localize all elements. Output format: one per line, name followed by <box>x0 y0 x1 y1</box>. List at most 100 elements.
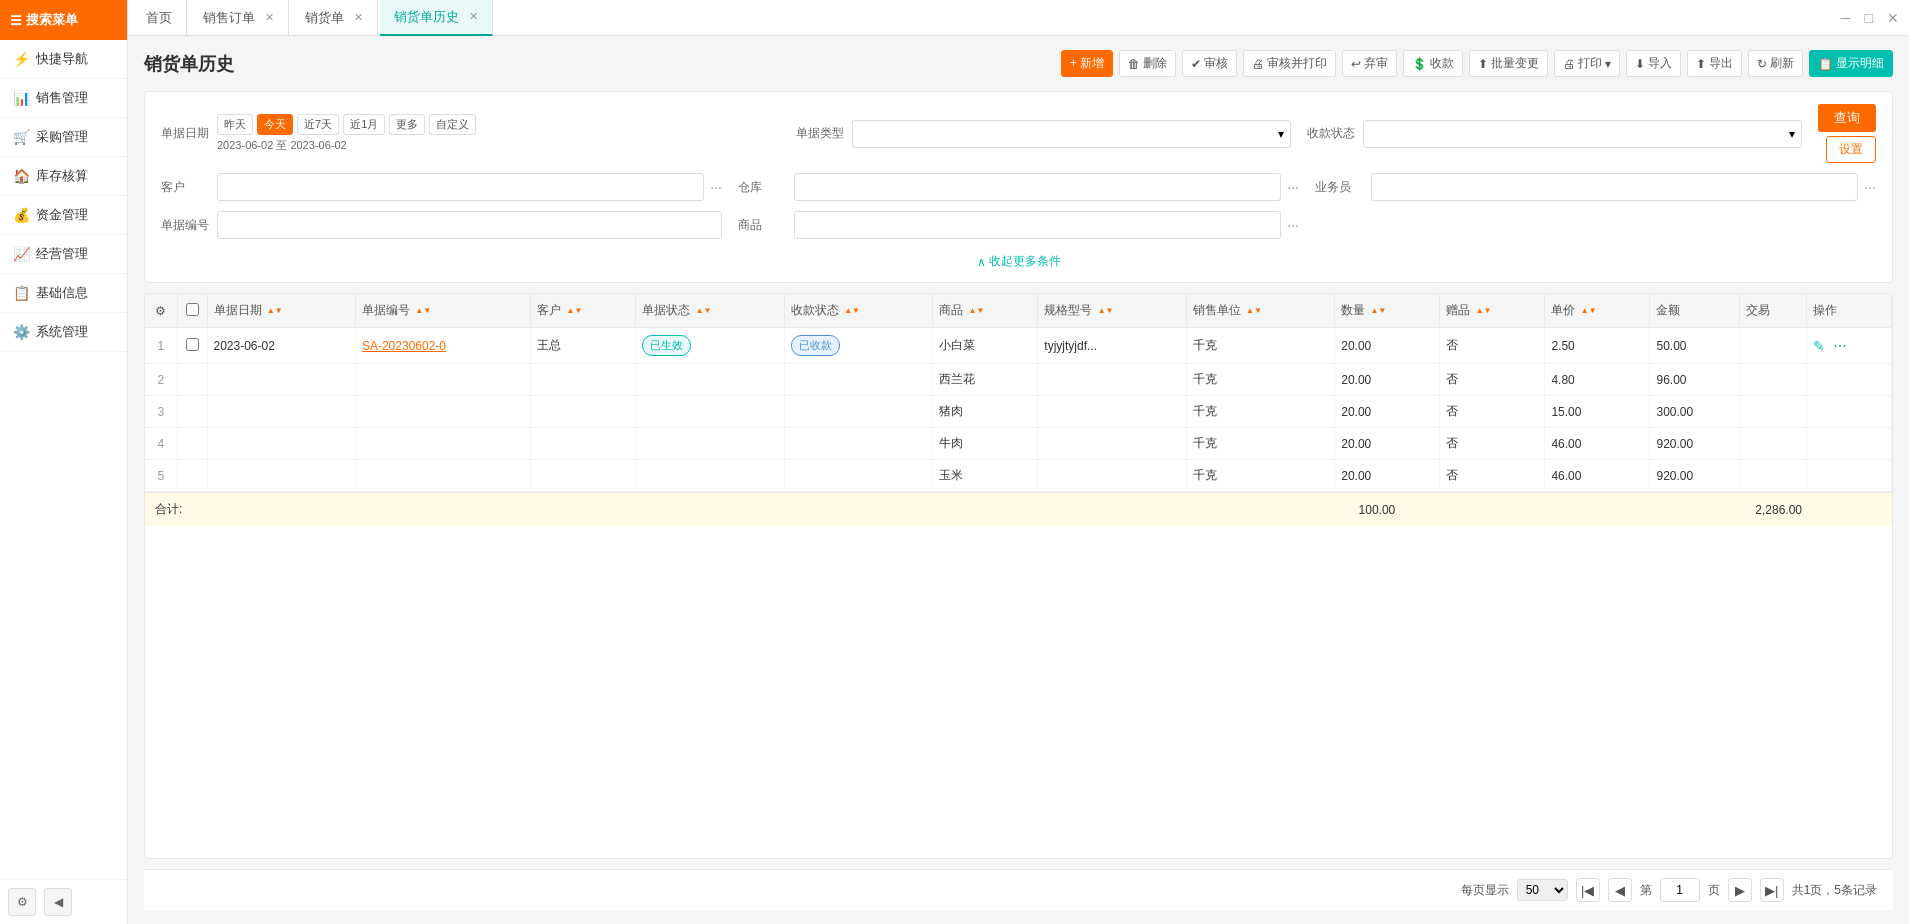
tab-sales-history-close[interactable]: ✕ <box>469 10 478 23</box>
collect-button[interactable]: 💲 收款 <box>1403 50 1463 77</box>
col-spec[interactable]: 规格型号 ▲▼ <box>1038 294 1186 328</box>
page-size-select[interactable]: 10 20 50 100 <box>1517 879 1568 901</box>
date-btn-yesterday[interactable]: 昨天 <box>217 114 253 135</box>
sidebar-collapse-btn[interactable]: ◀ <box>44 888 72 916</box>
collapse-up-icon: ∧ <box>977 255 986 269</box>
payment-status-badge: 已收款 <box>791 335 840 356</box>
cell-goods: 牛肉 <box>933 428 1038 460</box>
col-goods[interactable]: 商品 ▲▼ <box>933 294 1038 328</box>
doc-type-select[interactable]: ▾ <box>852 120 1291 148</box>
audit-print-button[interactable]: 🖨 审核并打印 <box>1243 50 1336 77</box>
col-payment-status[interactable]: 收款状态 ▲▼ <box>784 294 932 328</box>
col-checkbox <box>177 294 207 328</box>
col-customer[interactable]: 客户 ▲▼ <box>531 294 636 328</box>
table-settings-icon[interactable]: ⚙ <box>155 304 166 318</box>
sidebar-item-purchase-mgmt[interactable]: 🛒 采购管理 <box>0 118 127 157</box>
payment-status-field: 收款状态 ▾ <box>1307 120 1802 148</box>
customer-ellipsis[interactable]: ··· <box>710 179 722 195</box>
tab-sales-goods-close[interactable]: ✕ <box>354 11 363 24</box>
select-all-checkbox[interactable] <box>186 303 199 316</box>
table-summary: 合计: 100.00 2,286.00 <box>145 492 1892 526</box>
payment-status-select[interactable]: ▾ <box>1363 120 1802 148</box>
maximize-btn[interactable]: □ <box>1859 10 1879 26</box>
cell-unit-price: 46.00 <box>1545 428 1650 460</box>
date-btn-more[interactable]: 更多 <box>389 114 425 135</box>
cell-checkbox <box>177 364 207 396</box>
col-doc-date[interactable]: 单据日期 ▲▼ <box>207 294 355 328</box>
col-doc-status[interactable]: 单据状态 ▲▼ <box>636 294 784 328</box>
salesman-ellipsis[interactable]: ··· <box>1864 179 1876 195</box>
customer-label: 客户 <box>161 179 211 196</box>
refresh-button[interactable]: ↻ 刷新 <box>1748 50 1803 77</box>
edit-icon[interactable]: ✎ <box>1813 338 1825 354</box>
delete-button[interactable]: 🗑 删除 <box>1119 50 1176 77</box>
export-button[interactable]: ⬆ 导出 <box>1687 50 1742 77</box>
next-page-btn[interactable]: ▶ <box>1728 878 1752 902</box>
col-doc-no[interactable]: 单据编号 ▲▼ <box>355 294 530 328</box>
query-button[interactable]: 查询 <box>1818 104 1876 132</box>
tab-sales-order[interactable]: 销售订单 ✕ <box>189 0 289 36</box>
minimize-btn[interactable]: ─ <box>1835 10 1857 26</box>
prev-page-btn[interactable]: ◀ <box>1608 878 1632 902</box>
row-checkbox[interactable] <box>186 338 199 351</box>
more-action-icon[interactable]: ⋯ <box>1833 338 1847 354</box>
tab-bar: 首页 销售订单 ✕ 销货单 ✕ 销货单历史 ✕ ─ □ ✕ <box>128 0 1909 36</box>
sidebar-item-label: 采购管理 <box>36 128 88 146</box>
customer-input[interactable] <box>217 173 704 201</box>
doc-no-input[interactable] <box>217 211 722 239</box>
cell-checkbox <box>177 460 207 492</box>
doc-no-link[interactable]: SA-20230602-0 <box>362 339 446 353</box>
warehouse-input[interactable] <box>794 173 1281 201</box>
tab-home[interactable]: 首页 <box>132 0 187 36</box>
col-settings[interactable]: ⚙ <box>145 294 177 328</box>
cell-trade <box>1740 428 1807 460</box>
setting-button[interactable]: 设置 <box>1826 136 1876 163</box>
sidebar-item-basic-info[interactable]: 📋 基础信息 <box>0 274 127 313</box>
print-button[interactable]: 🖨 打印 ▾ <box>1554 50 1620 77</box>
tab-sales-goods[interactable]: 销货单 ✕ <box>291 0 378 36</box>
collapse-filter-btn[interactable]: ∧ 收起更多条件 <box>161 249 1876 274</box>
doc-no-label: 单据编号 <box>161 217 211 234</box>
new-button[interactable]: + 新增 <box>1061 50 1113 77</box>
page-input[interactable] <box>1660 878 1700 902</box>
goods-input[interactable] <box>794 211 1281 239</box>
cell-doc-no <box>355 460 530 492</box>
sidebar-item-sales-mgmt[interactable]: 📊 销售管理 <box>0 79 127 118</box>
col-qty[interactable]: 数量 ▲▼ <box>1335 294 1440 328</box>
close-window-btn[interactable]: ✕ <box>1881 10 1905 26</box>
first-page-btn[interactable]: |◀ <box>1576 878 1600 902</box>
last-page-btn[interactable]: ▶| <box>1760 878 1784 902</box>
tab-sales-history[interactable]: 销货单历史 ✕ <box>380 0 493 36</box>
sidebar-item-system-mgmt[interactable]: ⚙️ 系统管理 <box>0 313 127 352</box>
cell-doc-status: 已生效 <box>636 328 784 364</box>
page-title: 销货单历史 <box>144 52 234 76</box>
warehouse-ellipsis[interactable]: ··· <box>1287 179 1299 195</box>
col-amount[interactable]: 金额 <box>1650 294 1740 328</box>
col-unit-price[interactable]: 单价 ▲▼ <box>1545 294 1650 328</box>
salesman-input[interactable] <box>1371 173 1858 201</box>
cell-unit-price: 46.00 <box>1545 460 1650 492</box>
sidebar-item-finance-mgmt[interactable]: 💰 资金管理 <box>0 196 127 235</box>
goods-ellipsis[interactable]: ··· <box>1287 217 1299 233</box>
show-detail-button[interactable]: 📋 显示明细 <box>1809 50 1893 77</box>
date-btn-custom[interactable]: 自定义 <box>429 114 476 135</box>
sidebar-settings-btn[interactable]: ⚙ <box>8 888 36 916</box>
filter-panel: 单据日期 昨天 今天 近7天 近1月 更多 自定义 2023-06-02 至 2… <box>144 91 1893 283</box>
import-button[interactable]: ⬇ 导入 <box>1626 50 1681 77</box>
abandon-button[interactable]: ↩ 弃审 <box>1342 50 1397 77</box>
date-btn-1month[interactable]: 近1月 <box>343 114 385 135</box>
sidebar-search-label[interactable]: 搜索菜单 <box>26 11 78 29</box>
sidebar-item-inventory-calc[interactable]: 🏠 库存核算 <box>0 157 127 196</box>
batch-change-button[interactable]: ⬆ 批量变更 <box>1469 50 1548 77</box>
date-btn-7days[interactable]: 近7天 <box>297 114 339 135</box>
tab-sales-order-close[interactable]: ✕ <box>265 11 274 24</box>
col-sales-unit[interactable]: 销售单位 ▲▼ <box>1186 294 1334 328</box>
sidebar-item-quick-nav[interactable]: ⚡ 快捷导航 <box>0 40 127 79</box>
audit-button[interactable]: ✔ 审核 <box>1182 50 1237 77</box>
cell-payment-status <box>784 364 932 396</box>
sidebar-item-label: 销售管理 <box>36 89 88 107</box>
sidebar-item-operations-mgmt[interactable]: 📈 经营管理 <box>0 235 127 274</box>
cell-action: ✎⋯ <box>1807 328 1892 364</box>
col-gift[interactable]: 赠品 ▲▼ <box>1440 294 1545 328</box>
date-btn-today[interactable]: 今天 <box>257 114 293 135</box>
